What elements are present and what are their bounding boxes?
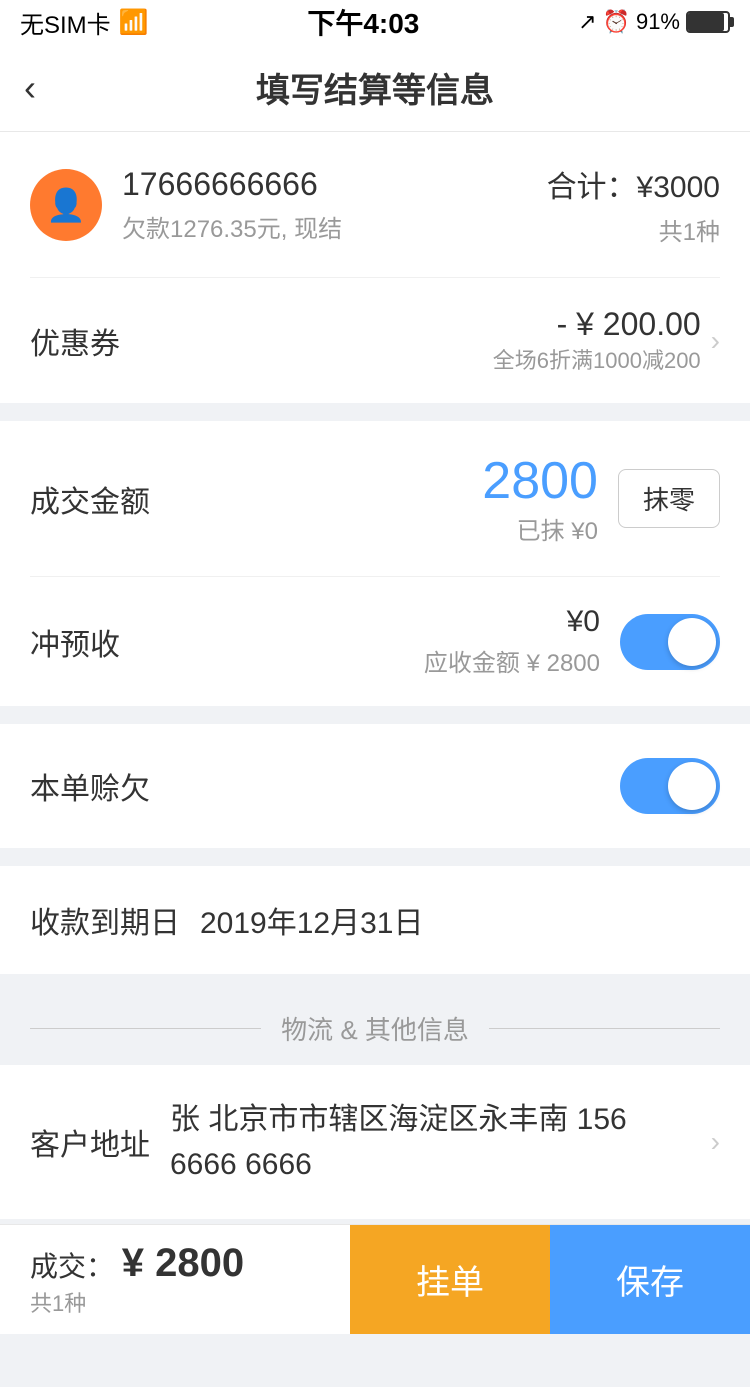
customer-row: 👤 17666666666 欠款1276.35元, 现结 合计：¥3000 共1…	[30, 132, 720, 277]
battery-percent: 91%	[636, 9, 680, 35]
status-time: 下午4:03	[307, 2, 419, 42]
due-row: 收款到期日 2019年12月31日	[30, 866, 720, 974]
address-section: 客户地址 张 北京市市辖区海淀区永丰南 156 6666 6666 ›	[0, 1065, 750, 1219]
prepay-row: 冲预收 ¥0 应收金额 ¥ 2800	[30, 577, 720, 706]
address-row[interactable]: 客户地址 张 北京市市辖区海淀区永丰南 156 6666 6666 ›	[30, 1065, 720, 1219]
coupon-row[interactable]: 优惠券 - ¥ 200.00 全场6折满1000减200 ›	[30, 277, 720, 403]
amount-label: 成交金额	[30, 477, 150, 521]
prepay-amount: ¥0	[424, 605, 600, 639]
battery-icon	[686, 11, 730, 33]
logistics-divider: 物流 & 其他信息	[0, 992, 750, 1065]
main-content: 👤 17666666666 欠款1276.35元, 现结 合计：¥3000 共1…	[0, 132, 750, 1387]
due-label: 收款到期日	[30, 898, 180, 942]
coupon-label: 优惠券	[30, 319, 120, 363]
round-button[interactable]: 抹零	[618, 469, 720, 528]
prepay-values: ¥0 应收金额 ¥ 2800	[424, 605, 600, 678]
amount-value-group: 2800 已抹 ¥0 抹零	[482, 451, 720, 546]
address-value: 张 北京市市辖区海淀区永丰南 156 6666 6666	[170, 1097, 691, 1187]
bottom-bar: 成交： ¥ 2800 共1种 挂单 保存	[0, 1224, 750, 1334]
location-icon: ↗	[578, 9, 596, 35]
address-label: 客户地址	[30, 1120, 150, 1164]
status-bar: 无SIM卡 📶 下午4:03 ↗ ⏰ 91%	[0, 0, 750, 44]
customer-left: 👤 17666666666 欠款1276.35元, 现结	[30, 166, 342, 244]
amount-number: 2800	[482, 451, 598, 511]
coupon-chevron-icon: ›	[711, 325, 720, 357]
total-amount: 合计：¥3000	[547, 162, 720, 206]
amount-section: 成交金额 2800 已抹 ¥0 抹零 冲预收 ¥0 应收金额 ¥ 2800	[0, 421, 750, 706]
amount-row: 成交金额 2800 已抹 ¥0 抹零	[30, 421, 720, 576]
due-section: 收款到期日 2019年12月31日	[0, 866, 750, 974]
alarm-icon: ⏰	[603, 9, 630, 35]
bottom-btn-group: 挂单 保存	[350, 1225, 750, 1334]
prepay-right: ¥0 应收金额 ¥ 2800	[424, 605, 720, 678]
avatar-icon: 👤	[46, 186, 86, 224]
save-button[interactable]: 保存	[550, 1225, 750, 1334]
logistics-label: 物流 & 其他信息	[281, 1010, 469, 1047]
customer-phone: 17666666666	[122, 166, 342, 203]
prepay-label: 冲预收	[30, 620, 120, 664]
prepay-toggle[interactable]	[620, 614, 720, 670]
bottom-deal-row: 成交： ¥ 2800	[30, 1241, 320, 1286]
address-chevron-icon: ›	[711, 1126, 720, 1158]
coupon-right: - ¥ 200.00 全场6折满1000减200 ›	[493, 306, 720, 375]
bottom-deal-amount: ¥ 2800	[122, 1241, 244, 1285]
bottom-count: 共1种	[30, 1286, 320, 1318]
debt-section: 本单赊欠	[0, 724, 750, 848]
customer-right: 合计：¥3000 共1种	[547, 162, 720, 247]
coupon-desc: 全场6折满1000减200	[493, 343, 701, 375]
customer-section: 👤 17666666666 欠款1276.35元, 现结 合计：¥3000 共1…	[0, 132, 750, 403]
sim-status: 无SIM卡	[20, 5, 111, 40]
back-button[interactable]: ‹	[24, 67, 36, 109]
page-title: 填写结算等信息	[256, 63, 494, 112]
prepay-sub: 应收金额 ¥ 2800	[424, 643, 600, 678]
avatar: 👤	[30, 169, 102, 241]
wifi-icon: 📶	[119, 8, 149, 37]
total-count: 共1种	[547, 212, 720, 247]
debt-toggle-knob	[668, 762, 716, 810]
toggle-knob	[668, 618, 716, 666]
due-date: 2019年12月31日	[200, 898, 423, 942]
coupon-discount: - ¥ 200.00	[493, 306, 701, 343]
customer-info: 17666666666 欠款1276.35元, 现结	[122, 166, 342, 244]
hold-button[interactable]: 挂单	[350, 1225, 550, 1334]
bottom-deal-label: 成交：	[30, 1251, 114, 1282]
nav-bar: ‹ 填写结算等信息	[0, 44, 750, 132]
amount-sub: 已抹 ¥0	[482, 511, 598, 546]
bottom-summary: 成交： ¥ 2800 共1种	[0, 1225, 350, 1334]
debt-toggle[interactable]	[620, 758, 720, 814]
debt-row: 本单赊欠	[30, 724, 720, 848]
divider-line-left	[30, 1028, 261, 1029]
debt-label: 本单赊欠	[30, 764, 150, 808]
customer-debt: 欠款1276.35元, 现结	[122, 209, 342, 244]
status-right: ↗ ⏰ 91%	[578, 9, 730, 35]
divider-line-right	[489, 1028, 720, 1029]
status-left: 无SIM卡 📶	[20, 5, 149, 40]
